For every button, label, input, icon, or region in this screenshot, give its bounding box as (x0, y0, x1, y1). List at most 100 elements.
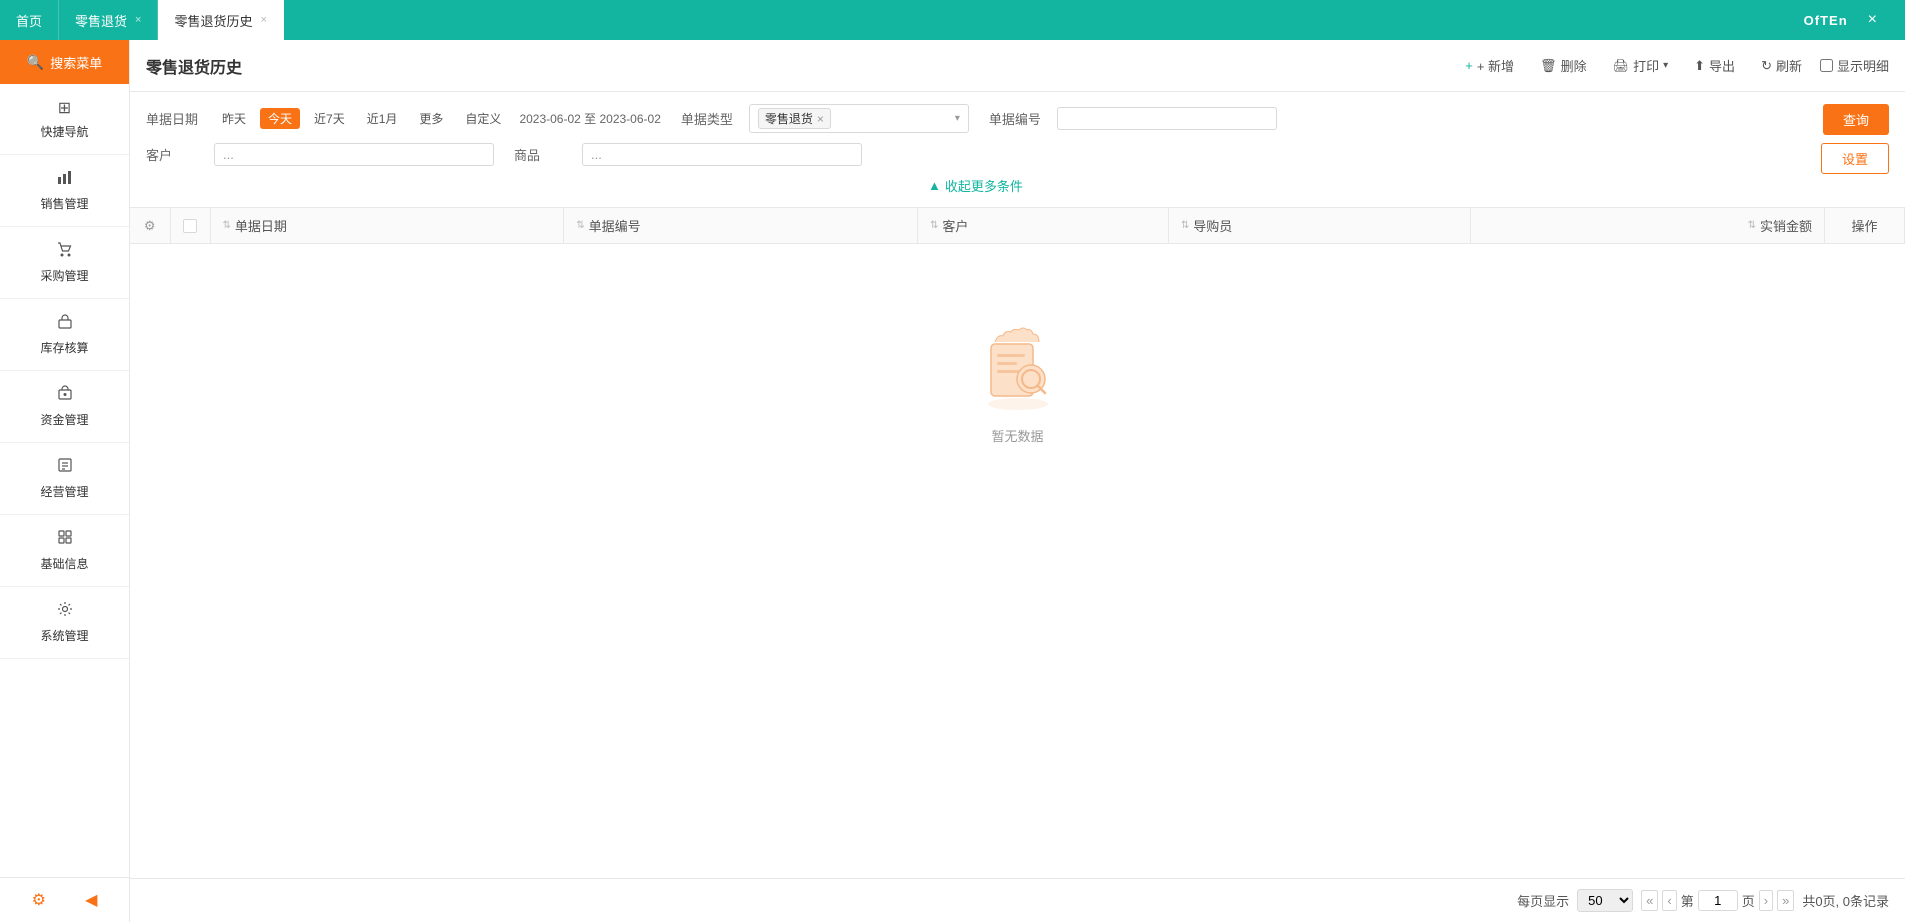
collapse-filter-btn[interactable]: ▲ 收起更多条件 (928, 176, 1023, 195)
tab-home-label: 首页 (16, 11, 42, 30)
select-all-checkbox[interactable] (183, 219, 197, 233)
date-btn-today[interactable]: 今天 (260, 108, 300, 129)
tab-retail-return-close[interactable]: × (135, 14, 141, 26)
tab-retail-return[interactable]: 零售退货 × (59, 0, 158, 40)
doc-type-tag-close[interactable]: × (817, 112, 824, 126)
collapse-sidebar-icon[interactable]: ◀ (85, 890, 97, 910)
data-table: ⚙ ⇅ 单据日期 (130, 208, 1905, 244)
search-icon: 🔍 (27, 54, 44, 71)
tab-retail-return-history-close[interactable]: × (260, 14, 266, 26)
th-doc-date-sort[interactable]: ⇅ 单据日期 (223, 216, 552, 235)
th-guide: ⇅ 导购员 (1168, 208, 1470, 244)
delete-btn[interactable]: 🗑 删除 (1532, 52, 1595, 79)
tab-home[interactable]: 首页 (0, 0, 59, 40)
page-size-label: 每页显示 (1517, 891, 1569, 910)
table-header: ⚙ ⇅ 单据日期 (130, 208, 1905, 244)
date-range-display: 2023-06-02 至 2023-06-02 (519, 110, 660, 127)
filter-area: 单据日期 昨天 今天 近7天 近1月 更多 自定义 2023-06-02 至 2… (130, 92, 1905, 208)
sidebar-search-btn[interactable]: 🔍 搜索菜单 (0, 40, 129, 84)
th-doc-date: ⇅ 单据日期 (210, 208, 564, 244)
main-layout: 🔍 搜索菜单 ⊞ 快捷导航 销售管理 采购管理 库存核算 (0, 40, 1905, 922)
page-next-btn[interactable]: › (1759, 890, 1773, 911)
date-filter-label: 单据日期 (146, 109, 206, 128)
sidebar-item-sales-mgmt[interactable]: 销售管理 (0, 155, 129, 227)
sidebar-item-purchase-mgmt-label: 采购管理 (40, 267, 88, 284)
top-bar-right: OfTEn × (1804, 11, 1905, 29)
doc-no-input[interactable] (1057, 107, 1277, 130)
delete-label: 删除 (1561, 56, 1587, 75)
purchase-mgmt-icon (57, 241, 73, 262)
th-doc-date-label: 单据日期 (235, 216, 287, 235)
page-label: 第 (1681, 891, 1694, 910)
page-actions: + + 新增 🗑 删除 🖨 打印 ▾ ⬆ 导出 ↻ (1457, 52, 1889, 91)
sidebar-item-system-mgmt[interactable]: 系统管理 (0, 587, 129, 659)
filter-right-buttons: 查询 设置 (1821, 104, 1889, 174)
show-detail-checkbox[interactable] (1820, 59, 1833, 72)
page-size-select[interactable]: 10 20 50 100 (1577, 889, 1633, 912)
goods-filter-label: 商品 (514, 145, 574, 164)
print-btn[interactable]: 🖨 打印 ▾ (1605, 52, 1677, 79)
sidebar-item-purchase-mgmt[interactable]: 采购管理 (0, 227, 129, 299)
sales-mgmt-icon (57, 169, 73, 190)
th-actual-amount-label: 实销金额 (1760, 216, 1812, 235)
sidebar-item-basic-info[interactable]: 基础信息 (0, 515, 129, 587)
customer-filter-label: 客户 (146, 145, 206, 164)
th-guide-icon: ⇅ (1181, 220, 1189, 231)
brand-label: OfTEn (1804, 13, 1848, 28)
date-btn-7days[interactable]: 近7天 (306, 108, 353, 129)
date-btn-1month[interactable]: 近1月 (359, 108, 406, 129)
table-settings-icon[interactable]: ⚙ (144, 218, 156, 233)
page-header: 零售退货历史 + + 新增 🗑 删除 🖨 打印 ▾ ⬆ 导出 (130, 40, 1905, 92)
sidebar-item-sales-mgmt-label: 销售管理 (40, 195, 88, 212)
new-btn[interactable]: + + 新增 (1457, 52, 1522, 79)
refresh-icon: ↻ (1761, 58, 1772, 74)
page-last-btn[interactable]: » (1777, 890, 1794, 911)
export-label: 导出 (1709, 56, 1735, 75)
empty-state: 暂无数据 (130, 244, 1905, 525)
sidebar-item-inventory[interactable]: 库存核算 (0, 299, 129, 371)
th-guide-sort[interactable]: ⇅ 导购员 (1181, 216, 1458, 235)
th-actual-amount-icon: ⇅ (1748, 220, 1756, 231)
th-customer: ⇅ 客户 (918, 208, 1169, 244)
sidebar-item-quick-nav[interactable]: ⊞ 快捷导航 (0, 84, 129, 155)
date-btn-yesterday[interactable]: 昨天 (214, 108, 254, 129)
sidebar-item-capital-mgmt-label: 资金管理 (40, 411, 88, 428)
th-guide-label: 导购员 (1193, 216, 1232, 235)
export-btn[interactable]: ⬆ 导出 (1686, 52, 1743, 79)
date-btn-custom[interactable]: 自定义 (457, 108, 509, 129)
refresh-label: 刷新 (1776, 56, 1802, 75)
tab-retail-return-history[interactable]: 零售退货历史 × (158, 0, 283, 40)
doc-type-select[interactable]: 零售退货 × ▾ (749, 104, 969, 133)
refresh-btn[interactable]: ↻ 刷新 (1753, 52, 1810, 79)
page-unit: 页 (1742, 891, 1755, 910)
sidebar-item-business-mgmt[interactable]: 经营管理 (0, 443, 129, 515)
th-checkbox (170, 208, 210, 244)
export-icon: ⬆ (1694, 58, 1705, 74)
filter-setting-btn[interactable]: 设置 (1821, 143, 1889, 174)
sidebar-item-capital-mgmt[interactable]: 资金管理 (0, 371, 129, 443)
date-btn-more[interactable]: 更多 (411, 108, 451, 129)
th-actual-amount-sort[interactable]: ⇅ 实销金额 (1483, 216, 1812, 235)
sidebar-item-quick-nav-label: 快捷导航 (40, 123, 88, 140)
window-close-btn[interactable]: × (1856, 11, 1889, 29)
page-first-btn[interactable]: « (1641, 890, 1658, 911)
show-detail-checkbox-label[interactable]: 显示明细 (1820, 56, 1889, 75)
query-btn[interactable]: 查询 (1823, 104, 1889, 135)
settings-bottom-icon[interactable]: ⚙ (32, 890, 46, 910)
sidebar: 🔍 搜索菜单 ⊞ 快捷导航 销售管理 采购管理 库存核算 (0, 40, 130, 922)
doc-type-tag-label: 零售退货 (765, 110, 813, 127)
th-doc-date-icon: ⇅ (223, 220, 231, 231)
goods-select[interactable]: ... (582, 143, 862, 166)
quick-nav-icon: ⊞ (58, 98, 71, 118)
customer-select[interactable]: ... (214, 143, 494, 166)
doc-no-filter-label: 单据编号 (989, 109, 1049, 128)
page-number-input[interactable] (1698, 890, 1738, 911)
page-prev-btn[interactable]: ‹ (1662, 890, 1676, 911)
page-total-text: 共0页, 0条记录 (1802, 891, 1889, 910)
top-bar: 首页 零售退货 × 零售退货历史 × OfTEn × (0, 0, 1905, 40)
th-doc-no-sort[interactable]: ⇅ 单据编号 (576, 216, 905, 235)
print-icon: 🖨 (1613, 58, 1630, 74)
th-customer-sort[interactable]: ⇅ 客户 (930, 216, 1156, 235)
content-area: 零售退货历史 + + 新增 🗑 删除 🖨 打印 ▾ ⬆ 导出 (130, 40, 1905, 922)
page-title: 零售退货历史 (146, 54, 242, 90)
